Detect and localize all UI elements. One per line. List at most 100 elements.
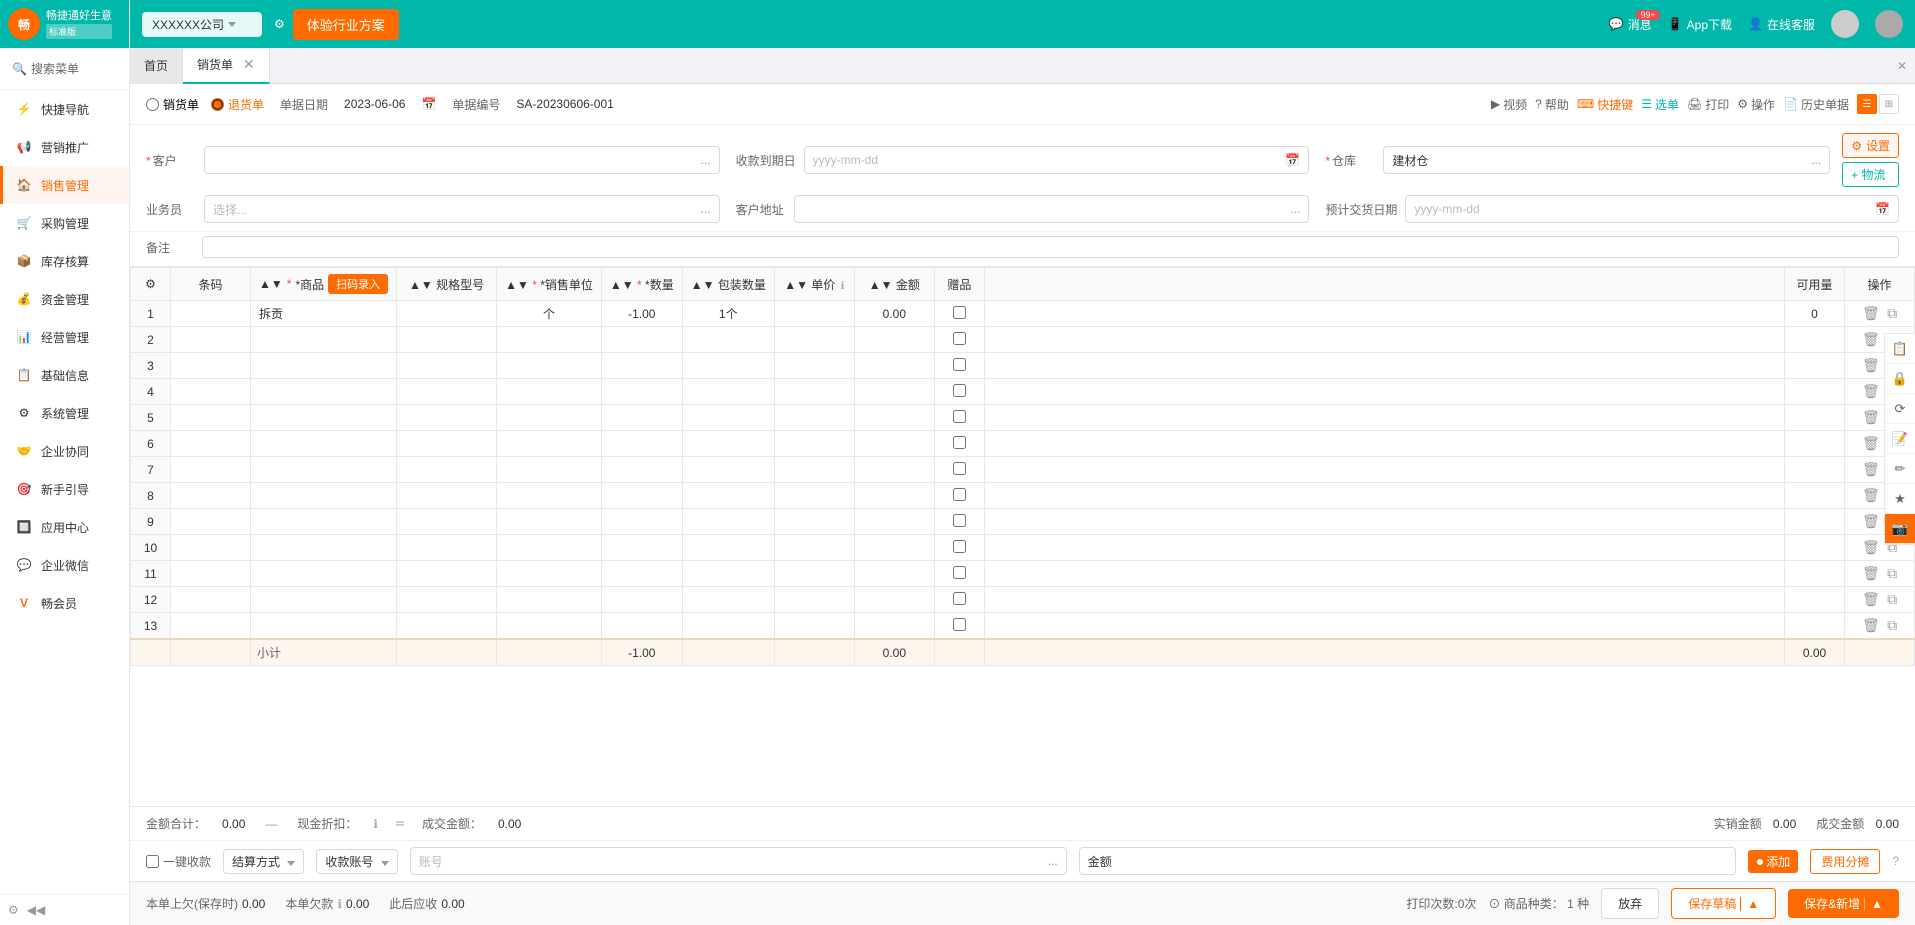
- row-spec-8[interactable]: [397, 509, 497, 535]
- row-spec-9[interactable]: [397, 535, 497, 561]
- row-unit-4[interactable]: [497, 405, 602, 431]
- row-qty-0[interactable]: -1.00: [601, 301, 682, 327]
- delete-icon-1[interactable]: 🗑: [1862, 331, 1880, 347]
- row-amount-6[interactable]: [854, 457, 934, 483]
- row-qty-9[interactable]: [601, 535, 682, 561]
- row-gift-11[interactable]: [934, 587, 984, 613]
- row-barcode-8[interactable]: [171, 509, 251, 535]
- row-amount-12[interactable]: [854, 613, 934, 640]
- settings-btn[interactable]: ⚙ 设置: [1842, 133, 1899, 158]
- row-gift-4[interactable]: [934, 405, 984, 431]
- row-barcode-11[interactable]: [171, 587, 251, 613]
- row-unit-2[interactable]: [497, 353, 602, 379]
- account-select[interactable]: 收款账号: [316, 849, 397, 874]
- sidebar-item-wechat[interactable]: 💬 企业微信: [0, 546, 129, 584]
- row-barcode-12[interactable]: [171, 613, 251, 640]
- delete-icon-10[interactable]: 🗑: [1862, 565, 1880, 581]
- calendar-icon[interactable]: 📅: [421, 97, 436, 111]
- row-amount-5[interactable]: [854, 431, 934, 457]
- th-settings[interactable]: ⚙: [131, 268, 171, 301]
- row-pkg-qty-4[interactable]: [682, 405, 774, 431]
- row-barcode-1[interactable]: [171, 327, 251, 353]
- row-gift-8[interactable]: [934, 509, 984, 535]
- row-price-1[interactable]: [774, 327, 854, 353]
- account-number-input[interactable]: 账号 ...: [410, 847, 1067, 875]
- row-price-3[interactable]: [774, 379, 854, 405]
- radio-sales[interactable]: 销货单: [146, 96, 199, 113]
- radio-return-input[interactable]: [211, 98, 224, 111]
- tab-sales-bill-close-icon[interactable]: ✕: [243, 56, 255, 73]
- tab-home[interactable]: 首页: [130, 48, 183, 84]
- row-amount-7[interactable]: [854, 483, 934, 509]
- row-spec-11[interactable]: [397, 587, 497, 613]
- view-list-btn[interactable]: ☰: [1857, 94, 1877, 114]
- delete-icon-3[interactable]: 🗑: [1862, 383, 1880, 399]
- row-unit-3[interactable]: [497, 379, 602, 405]
- row-price-6[interactable]: [774, 457, 854, 483]
- user-avatar[interactable]: [1831, 10, 1859, 38]
- row-amount-9[interactable]: [854, 535, 934, 561]
- row-pkg-qty-6[interactable]: [682, 457, 774, 483]
- row-unit-5[interactable]: [497, 431, 602, 457]
- salesperson-input[interactable]: 选择... ...: [204, 195, 720, 223]
- row-product-7[interactable]: [251, 483, 397, 509]
- sidebar-item-purchase[interactable]: 🛒 采购管理: [0, 204, 129, 242]
- copy-icon-11[interactable]: ⧉: [1887, 591, 1897, 607]
- view-grid-btn[interactable]: ⊞: [1879, 94, 1899, 114]
- row-amount-4[interactable]: [854, 405, 934, 431]
- row-pkg-qty-1[interactable]: [682, 327, 774, 353]
- row-gift-2[interactable]: [934, 353, 984, 379]
- row-product-1[interactable]: [251, 327, 397, 353]
- row-product-11[interactable]: [251, 587, 397, 613]
- row-unit-1[interactable]: [497, 327, 602, 353]
- one-click-payment-input[interactable]: [146, 855, 159, 868]
- row-amount-8[interactable]: [854, 509, 934, 535]
- sidebar-item-inventory[interactable]: 📦 库存核算: [0, 242, 129, 280]
- row-qty-1[interactable]: [601, 327, 682, 353]
- save-new-dropdown-icon[interactable]: ▲: [1864, 897, 1883, 911]
- delete-icon-0[interactable]: 🗑: [1862, 305, 1880, 321]
- row-price-4[interactable]: [774, 405, 854, 431]
- delete-icon-2[interactable]: 🗑: [1862, 357, 1880, 373]
- row-barcode-4[interactable]: [171, 405, 251, 431]
- rp-icon-1[interactable]: 🔒: [1885, 364, 1915, 394]
- one-click-payment-checkbox[interactable]: 一键收款: [146, 853, 211, 870]
- delete-icon-11[interactable]: 🗑: [1862, 591, 1880, 607]
- search-menu-btn[interactable]: 🔍 搜索菜单: [8, 56, 121, 81]
- sidebar-item-apps[interactable]: 🔲 应用中心: [0, 508, 129, 546]
- action-operations[interactable]: ⚙ 操作: [1737, 96, 1775, 113]
- expense-info-icon[interactable]: ?: [1892, 854, 1899, 868]
- row-spec-7[interactable]: [397, 483, 497, 509]
- row-pkg-qty-7[interactable]: [682, 483, 774, 509]
- row-product-4[interactable]: [251, 405, 397, 431]
- sidebar-item-quick-nav[interactable]: ⚡ 快捷导航: [0, 90, 129, 128]
- payment-method-select[interactable]: 结算方式: [223, 849, 304, 874]
- row-pkg-qty-0[interactable]: 1个: [682, 301, 774, 327]
- save-new-btn[interactable]: 保存&新增 ▲: [1788, 889, 1899, 918]
- company-selector[interactable]: XXXXXX公司: [142, 12, 262, 37]
- action-video[interactable]: ▶ 视频: [1491, 96, 1527, 113]
- row-spec-12[interactable]: [397, 613, 497, 640]
- sidebar-item-enterprise[interactable]: 🤝 企业协同: [0, 432, 129, 470]
- collection-date-input[interactable]: yyyy-mm-dd 📅: [804, 146, 1310, 174]
- amount-input[interactable]: 金额: [1079, 847, 1736, 875]
- row-spec-3[interactable]: [397, 379, 497, 405]
- row-qty-10[interactable]: [601, 561, 682, 587]
- row-qty-8[interactable]: [601, 509, 682, 535]
- delete-icon-9[interactable]: 🗑: [1862, 539, 1880, 555]
- row-pkg-qty-9[interactable]: [682, 535, 774, 561]
- sidebar-item-system[interactable]: ⚙ 系统管理: [0, 394, 129, 432]
- row-barcode-2[interactable]: [171, 353, 251, 379]
- discard-btn[interactable]: 放弃: [1601, 888, 1659, 919]
- action-history[interactable]: 📄 历史单据: [1783, 96, 1849, 113]
- row-qty-5[interactable]: [601, 431, 682, 457]
- row-qty-6[interactable]: [601, 457, 682, 483]
- sidebar-item-member[interactable]: V 畅会员: [0, 584, 129, 622]
- radio-sales-input[interactable]: [146, 98, 159, 111]
- sidebar-item-basic-info[interactable]: 📋 基础信息: [0, 356, 129, 394]
- delete-icon-7[interactable]: 🗑: [1862, 487, 1880, 503]
- row-pkg-qty-10[interactable]: [682, 561, 774, 587]
- sidebar-item-sales[interactable]: 🏠 销售管理: [0, 166, 129, 204]
- row-product-9[interactable]: [251, 535, 397, 561]
- copy-icon-0[interactable]: ⧉: [1887, 305, 1897, 321]
